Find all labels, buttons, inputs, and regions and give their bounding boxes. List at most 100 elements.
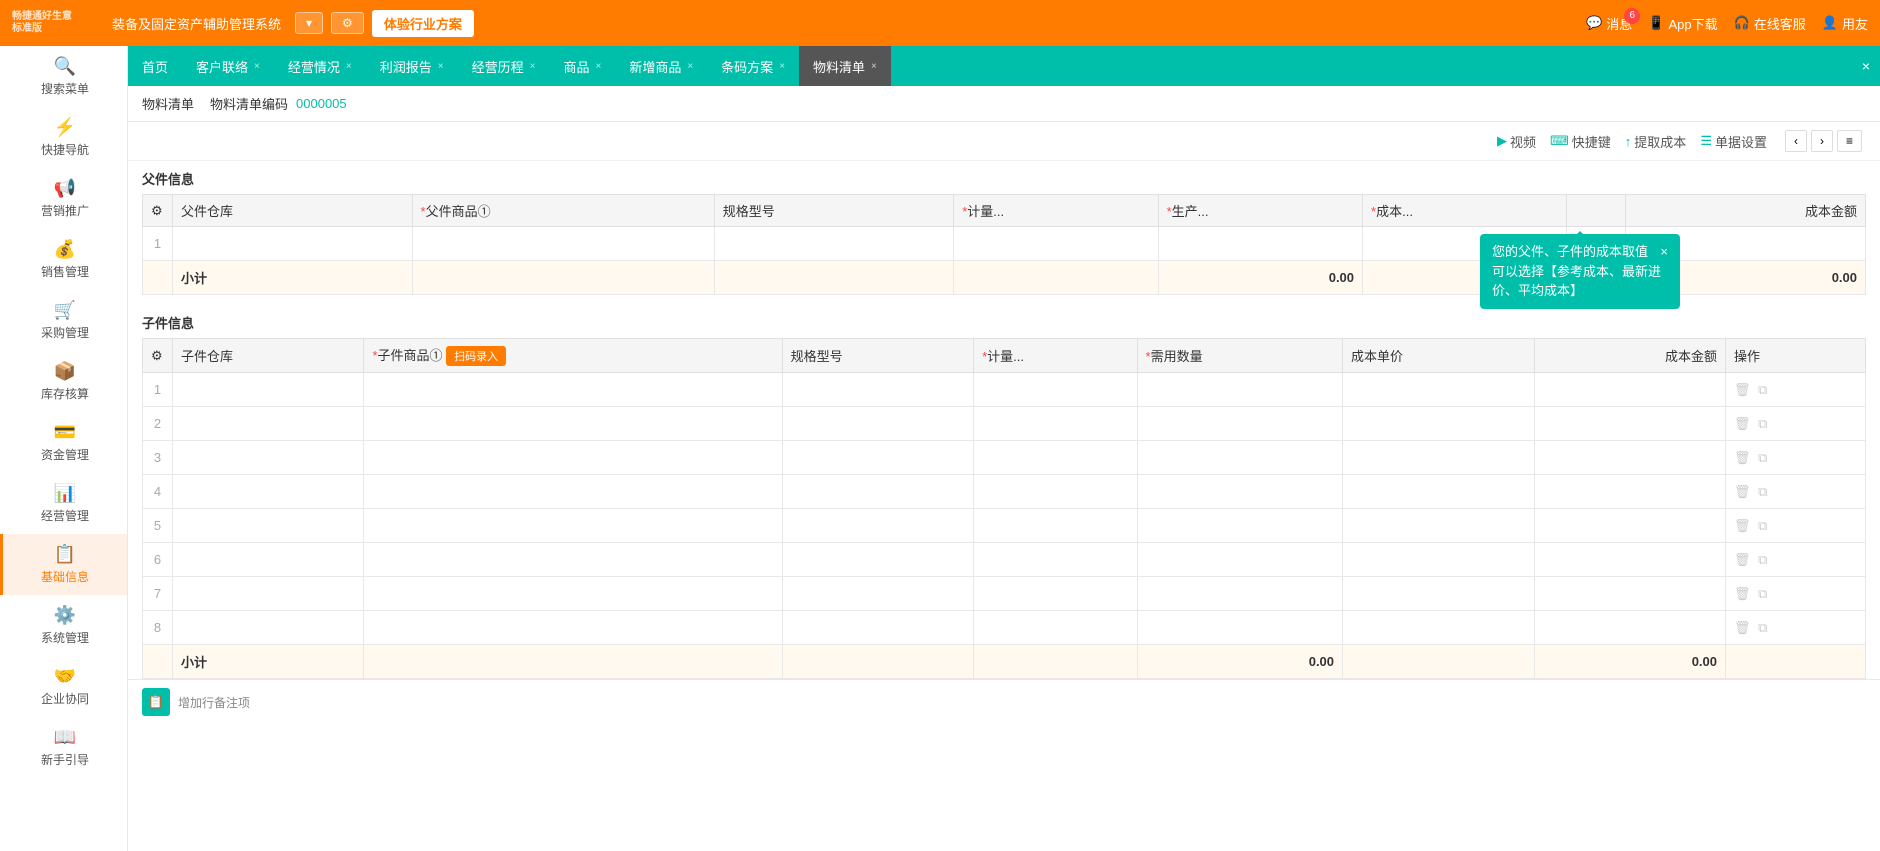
sidebar-item-inventory[interactable]: 📦 库存核算 <box>0 351 127 412</box>
child-row2-spec[interactable] <box>782 407 973 441</box>
close-operations-tab[interactable]: × <box>346 61 352 72</box>
logo-line2: 标准版 <box>12 23 112 35</box>
content-area: 首页 客户联络 × 经营情况 × 利润报告 × 经营历程 × 商品 × <box>128 46 1880 851</box>
child-table: ⚙ 子件仓库 *子件商品① 扫码录入 规格型号 *计量... *需用数量 成本单… <box>142 338 1866 679</box>
sidebar-item-purchase[interactable]: 🛒 采购管理 <box>0 290 127 351</box>
delete-row7-btn[interactable]: 🗑 <box>1734 586 1751 601</box>
close-profit-tab[interactable]: × <box>438 61 444 72</box>
sales-icon: 💰 <box>54 239 76 260</box>
delete-row4-btn[interactable]: 🗑 <box>1734 484 1751 499</box>
scan-input-btn[interactable]: 扫码录入 <box>446 346 506 366</box>
child-row2-unitcost[interactable] <box>1343 407 1534 441</box>
shortcut-action[interactable]: ⌨ 快捷键 <box>1550 132 1611 151</box>
sidebar-item-quicknav[interactable]: ⚡ 快捷导航 <box>0 107 127 168</box>
tab-operations-status[interactable]: 经营情况 × <box>274 46 366 86</box>
child-row2-product[interactable] <box>364 407 782 441</box>
parent-subtotal-qty: 0.00 <box>1158 261 1362 295</box>
child-row2-unit[interactable] <box>974 407 1137 441</box>
add-note-btn[interactable]: 📋 <box>142 688 170 716</box>
child-col-product: *子件商品① 扫码录入 <box>364 339 782 373</box>
close-customer-tab[interactable]: × <box>254 61 260 72</box>
tooltip-close-btn[interactable]: × <box>1660 242 1668 262</box>
service-btn[interactable]: 🎧 在线客服 <box>1734 14 1806 33</box>
user-btn[interactable]: 👤 用友 <box>1822 14 1868 33</box>
tab-customer[interactable]: 客户联络 × <box>182 46 274 86</box>
copy-row7-btn[interactable]: ⧉ <box>1758 586 1767 601</box>
tab-home[interactable]: 首页 <box>128 46 182 86</box>
parent-row1-product[interactable] <box>412 227 714 261</box>
list-view-btn[interactable]: ≡ <box>1837 130 1862 152</box>
child-row2-ops: 🗑 ⧉ <box>1726 407 1866 441</box>
copy-row4-btn[interactable]: ⧉ <box>1758 484 1767 499</box>
parent-col-unit: *计量... <box>954 195 1158 227</box>
main-layout: 🔍 搜索菜单 ⚡ 快捷导航 📢 营销推广 💰 销售管理 🛒 采购管理 📦 库存核… <box>0 46 1880 851</box>
copy-row2-btn[interactable]: ⧉ <box>1758 416 1767 431</box>
tab-barcode[interactable]: 条码方案 × <box>707 46 799 86</box>
delete-row3-btn[interactable]: 🗑 <box>1734 450 1751 465</box>
delete-row2-btn[interactable]: 🗑 <box>1734 416 1751 431</box>
child-row-5: 5 🗑 ⧉ <box>143 509 1866 543</box>
sidebar-item-operations[interactable]: 📊 经营管理 <box>0 473 127 534</box>
dropdown-btn[interactable]: ▾ <box>295 12 323 34</box>
child-row1-warehouse[interactable] <box>173 373 364 407</box>
copy-row3-btn[interactable]: ⧉ <box>1758 450 1767 465</box>
parent-col-warehouse: 父件仓库 <box>173 195 413 227</box>
copy-row5-btn[interactable]: ⧉ <box>1758 518 1767 533</box>
copy-row6-btn[interactable]: ⧉ <box>1758 552 1767 567</box>
child-row1-unit[interactable] <box>974 373 1137 407</box>
delete-row6-btn[interactable]: 🗑 <box>1734 552 1751 567</box>
child-col-amount: 成本金额 <box>1534 339 1725 373</box>
sidebar-item-basicinfo[interactable]: 📋 基础信息 <box>0 534 127 595</box>
parent-row1-production[interactable] <box>1158 227 1362 261</box>
close-history-tab[interactable]: × <box>530 61 536 72</box>
message-icon: 💬 <box>1586 15 1602 31</box>
prev-page-btn[interactable]: ‹ <box>1785 130 1807 152</box>
sidebar-item-marketing[interactable]: 📢 营销推广 <box>0 168 127 229</box>
child-row1-qty[interactable] <box>1137 373 1343 407</box>
close-all-tabs[interactable]: × <box>1852 58 1880 74</box>
extract-cost-action[interactable]: ↑ 提取成本 <box>1625 132 1687 151</box>
settings-btn[interactable]: ⚙ <box>331 12 364 34</box>
parent-col-settings[interactable]: ⚙ <box>143 195 173 227</box>
breadcrumb-item1[interactable]: 物料清单 <box>142 94 194 113</box>
logo: 畅捷通好生意 标准版 <box>12 11 112 35</box>
child-row-3: 3 🗑 ⧉ <box>143 441 1866 475</box>
copy-row8-btn[interactable]: ⧉ <box>1758 620 1767 635</box>
next-page-btn[interactable]: › <box>1811 130 1833 152</box>
search-icon: 🔍 <box>54 56 76 77</box>
child-row2-qty[interactable] <box>1137 407 1343 441</box>
tab-bom[interactable]: 物料清单 × <box>799 46 891 86</box>
parent-row1-warehouse[interactable] <box>173 227 413 261</box>
single-settings-action[interactable]: ☰ 单据设置 <box>1700 132 1767 151</box>
close-newproduct-tab[interactable]: × <box>687 61 693 72</box>
close-barcode-tab[interactable]: × <box>779 61 785 72</box>
tab-new-product[interactable]: 新增商品 × <box>615 46 707 86</box>
app-download-btn[interactable]: 📱 App下载 <box>1648 14 1717 33</box>
tab-operations-history[interactable]: 经营历程 × <box>458 46 550 86</box>
delete-row8-btn[interactable]: 🗑 <box>1734 620 1751 635</box>
close-product-tab[interactable]: × <box>595 61 601 72</box>
view-action[interactable]: ▶ 视频 <box>1497 132 1536 151</box>
close-bom-tab[interactable]: × <box>871 61 877 72</box>
child-col-settings[interactable]: ⚙ <box>143 339 173 373</box>
child-row1-unitcost[interactable] <box>1343 373 1534 407</box>
copy-row1-btn[interactable]: ⧉ <box>1758 382 1767 397</box>
sidebar-item-search[interactable]: 🔍 搜索菜单 <box>0 46 127 107</box>
child-row-6: 6 🗑 ⧉ <box>143 543 1866 577</box>
tab-profit-report[interactable]: 利润报告 × <box>366 46 458 86</box>
sidebar-item-guide[interactable]: 📖 新手引导 <box>0 717 127 778</box>
trial-button[interactable]: 体验行业方案 <box>372 10 474 37</box>
tab-product[interactable]: 商品 × <box>549 46 615 86</box>
parent-row1-unit[interactable] <box>954 227 1158 261</box>
child-row2-warehouse[interactable] <box>173 407 364 441</box>
parent-row1-spec[interactable] <box>714 227 954 261</box>
sidebar-item-finance[interactable]: 💳 资金管理 <box>0 412 127 473</box>
sidebar-item-cooperation[interactable]: 🤝 企业协同 <box>0 656 127 717</box>
child-row1-product[interactable] <box>364 373 782 407</box>
sidebar-item-sales[interactable]: 💰 销售管理 <box>0 229 127 290</box>
delete-row1-btn[interactable]: 🗑 <box>1734 382 1751 397</box>
child-row1-spec[interactable] <box>782 373 973 407</box>
delete-row5-btn[interactable]: 🗑 <box>1734 518 1751 533</box>
message-btn[interactable]: 💬 消息 6 <box>1586 14 1632 33</box>
sidebar-item-system[interactable]: ⚙️ 系统管理 <box>0 595 127 656</box>
